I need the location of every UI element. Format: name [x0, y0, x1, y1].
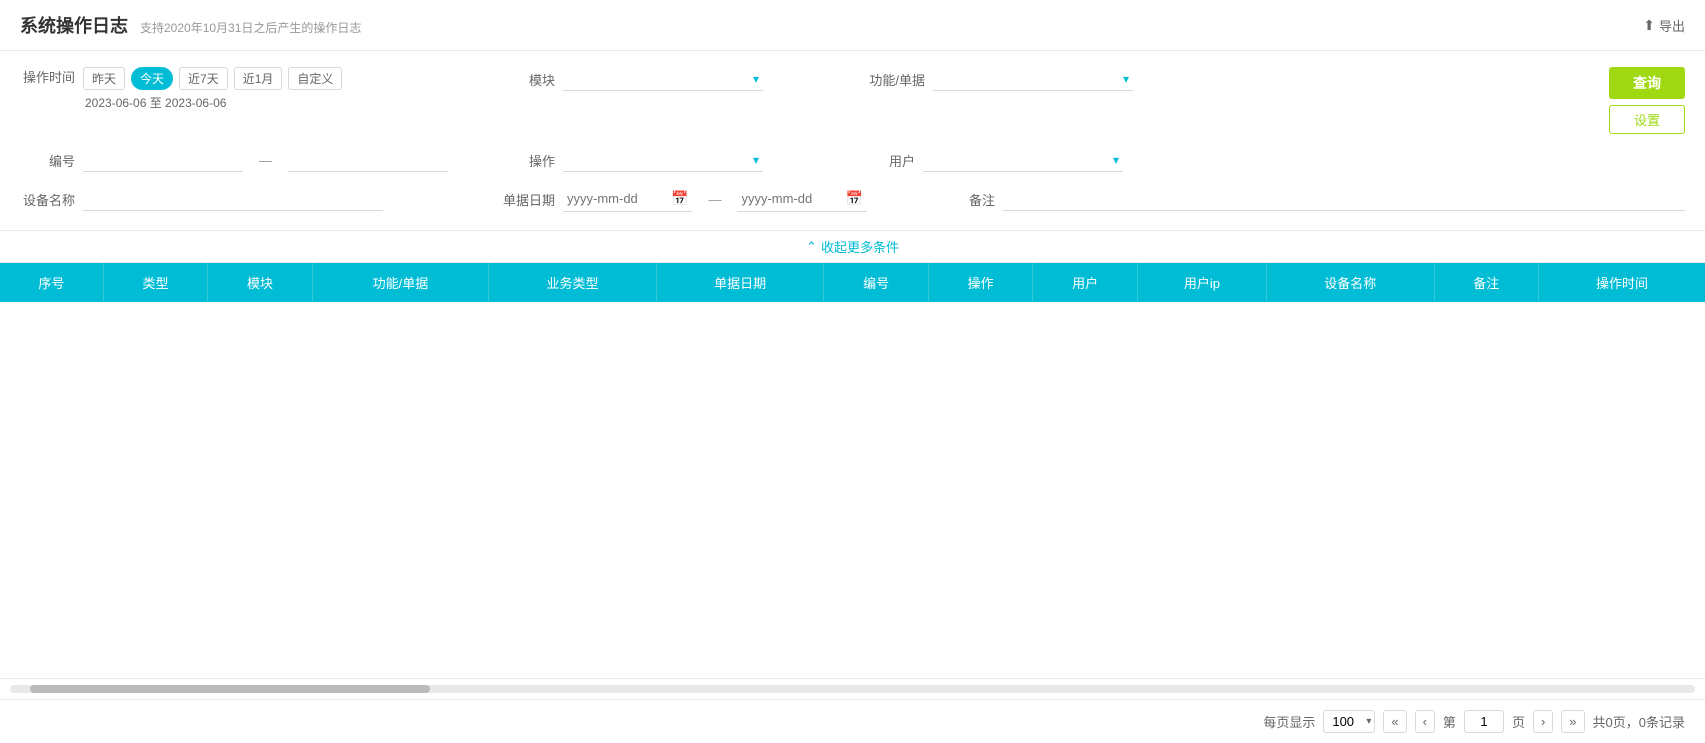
date-from-input[interactable]: [567, 191, 667, 206]
operation-label: 操作: [500, 151, 555, 170]
col-operation: 操作: [928, 263, 1032, 302]
page-title: 系统操作日志: [20, 12, 128, 38]
col-function: 功能/单据: [312, 263, 488, 302]
col-seq: 序号: [0, 263, 103, 302]
query-button[interactable]: 查询: [1609, 67, 1685, 99]
date-to-wrapper: 📅: [737, 186, 866, 212]
page-wrapper: 系统操作日志 支持2020年10月31日之后产生的操作日志 ⬆ 导出 操作时间 …: [0, 0, 1705, 743]
calendar-from-icon[interactable]: 📅: [671, 190, 688, 207]
module-label: 模块: [500, 70, 555, 89]
time-btn-yesterday[interactable]: 昨天: [83, 67, 125, 90]
device-input[interactable]: [83, 187, 383, 211]
header-left: 系统操作日志 支持2020年10月31日之后产生的操作日志: [20, 12, 361, 38]
page-end-label: 页: [1512, 712, 1525, 731]
per-page-label: 每页显示: [1263, 712, 1315, 731]
action-buttons: 查询 设置: [1609, 67, 1685, 134]
col-user-ip: 用户ip: [1137, 263, 1266, 302]
operation-filter: 操作 ▾: [460, 148, 840, 172]
time-btn-today[interactable]: 今天: [131, 67, 173, 90]
operation-select-wrapper: ▾: [563, 148, 763, 172]
page-label: 第: [1443, 712, 1456, 731]
prev-page-button[interactable]: ‹: [1415, 710, 1435, 733]
page-header: 系统操作日志 支持2020年10月31日之后产生的操作日志 ⬆ 导出: [0, 0, 1705, 51]
export-label: 导出: [1659, 16, 1685, 35]
export-icon: ⬆: [1643, 17, 1655, 34]
time-filter-controls: 昨天 今天 近7天 近1月 自定义 2023-06-06 至 2023-06-0…: [83, 67, 342, 111]
page-number-input[interactable]: [1464, 710, 1504, 733]
module-select-wrapper: ▾: [563, 67, 763, 91]
first-page-button[interactable]: «: [1383, 710, 1406, 733]
total-info: 共0页，0条记录: [1593, 712, 1685, 731]
col-code: 编号: [824, 263, 928, 302]
collapse-label: 收起更多条件: [821, 237, 899, 256]
function-filter: 功能/单据 ▾: [840, 67, 1220, 91]
col-op-time: 操作时间: [1539, 263, 1705, 302]
code-dash: —: [259, 153, 272, 168]
filter-area: 操作时间 昨天 今天 近7天 近1月 自定义 2023-06-06 至 2023…: [0, 51, 1705, 231]
time-buttons: 昨天 今天 近7天 近1月 自定义: [83, 67, 342, 90]
data-table: 序号 类型 模块 功能/单据 业务类型 单据日期 编号 操作 用户 用户ip 设…: [0, 263, 1705, 302]
last-page-button[interactable]: »: [1561, 710, 1584, 733]
scrollbar-area: [0, 678, 1705, 699]
col-date: 单据日期: [656, 263, 824, 302]
module-filter: 模块 ▾: [460, 67, 840, 91]
col-device: 设备名称: [1266, 263, 1434, 302]
function-select[interactable]: [933, 67, 1133, 91]
next-page-button[interactable]: ›: [1533, 710, 1553, 733]
module-select[interactable]: [563, 67, 763, 91]
table-header: 序号 类型 模块 功能/单据 业务类型 单据日期 编号 操作 用户 用户ip 设…: [0, 263, 1705, 302]
table-header-row: 序号 类型 模块 功能/单据 业务类型 单据日期 编号 操作 用户 用户ip 设…: [0, 263, 1705, 302]
time-btn-custom[interactable]: 自定义: [288, 67, 342, 90]
user-label: 用户: [860, 151, 915, 170]
col-module: 模块: [208, 263, 312, 302]
collapse-bar[interactable]: ⌃ 收起更多条件: [0, 231, 1705, 263]
scrollbar-track[interactable]: [10, 685, 1695, 693]
date-from-wrapper: 📅: [563, 186, 692, 212]
time-filter-group: 操作时间 昨天 今天 近7天 近1月 自定义 2023-06-06 至 2023…: [20, 67, 460, 111]
table-container: 序号 类型 模块 功能/单据 业务类型 单据日期 编号 操作 用户 用户ip 设…: [0, 263, 1705, 678]
code-filter: 编号 —: [20, 148, 460, 172]
time-label: 操作时间: [20, 67, 75, 86]
page-size-wrapper: 100 50 20 ▾: [1323, 710, 1375, 733]
remark-label: 备注: [940, 190, 995, 209]
device-label: 设备名称: [20, 190, 75, 209]
code-input-from[interactable]: [83, 148, 243, 172]
code-label: 编号: [20, 151, 75, 170]
settings-button[interactable]: 设置: [1609, 105, 1685, 134]
col-remark: 备注: [1434, 263, 1538, 302]
col-type: 类型: [103, 263, 207, 302]
device-filter: 设备名称: [20, 187, 460, 211]
collapse-text: ⌃ 收起更多条件: [806, 237, 899, 256]
export-button[interactable]: ⬆ 导出: [1643, 16, 1685, 35]
function-label: 功能/单据: [860, 70, 925, 89]
date-dash: —: [708, 192, 721, 207]
user-select-wrapper: ▾: [923, 148, 1123, 172]
scrollbar-thumb[interactable]: [30, 685, 430, 693]
page-subtitle: 支持2020年10月31日之后产生的操作日志: [140, 19, 361, 36]
user-filter: 用户 ▾: [840, 148, 1220, 172]
time-btn-1month[interactable]: 近1月: [234, 67, 283, 90]
function-select-wrapper: ▾: [933, 67, 1133, 91]
calendar-to-icon[interactable]: 📅: [845, 190, 862, 207]
date-to-input[interactable]: [741, 191, 841, 206]
remark-filter: 备注: [920, 187, 1685, 211]
pagination-bar: 每页显示 100 50 20 ▾ « ‹ 第 页 › » 共0页，0条记录: [0, 699, 1705, 743]
user-select[interactable]: [923, 148, 1123, 172]
col-user: 用户: [1033, 263, 1137, 302]
col-business-type: 业务类型: [489, 263, 657, 302]
code-input-to[interactable]: [288, 148, 448, 172]
collapse-chevron-icon: ⌃: [806, 239, 817, 255]
remark-input[interactable]: [1003, 187, 1685, 211]
time-btn-7days[interactable]: 近7天: [179, 67, 228, 90]
operation-select[interactable]: [563, 148, 763, 172]
time-range-display: 2023-06-06 至 2023-06-06: [83, 94, 342, 111]
date-label: 单据日期: [500, 190, 555, 209]
page-size-select[interactable]: 100 50 20: [1323, 710, 1375, 733]
date-filter: 单据日期 📅 — 📅: [460, 186, 920, 212]
